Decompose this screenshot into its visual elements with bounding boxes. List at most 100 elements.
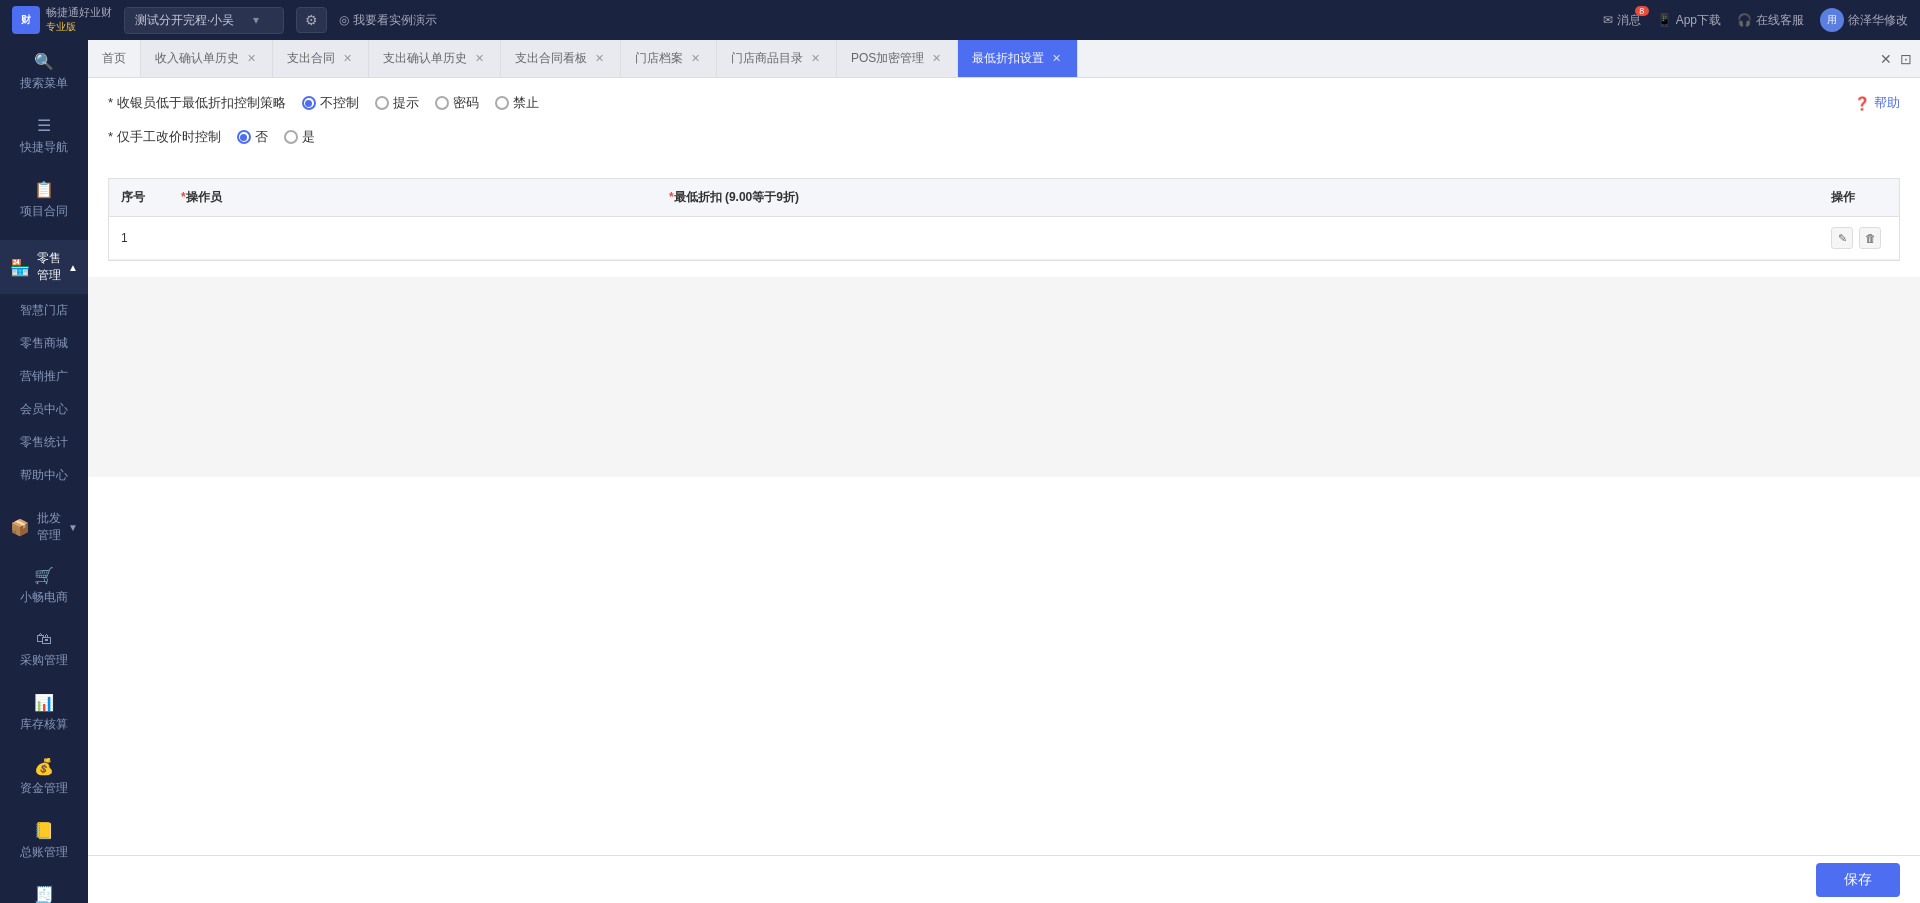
- member-label: 会员中心: [20, 401, 68, 418]
- tab-pos-password-close[interactable]: ✕: [930, 52, 943, 65]
- app-download-label: App下载: [1676, 12, 1721, 29]
- discount-strategy-radio-group: 不控制 提示 密码 禁止: [302, 94, 539, 112]
- radio-no-control-btn[interactable]: [302, 96, 316, 110]
- radio-manual-no[interactable]: 否: [237, 128, 268, 146]
- retail-mall-label: 零售商城: [20, 335, 68, 352]
- manual-price-row: * 仅手工改价时控制 否 是: [108, 128, 1900, 146]
- radio-password[interactable]: 密码: [435, 94, 479, 112]
- tab-store-product-close[interactable]: ✕: [809, 52, 822, 65]
- sidebar-item-inventory[interactable]: 📊 库存核算: [0, 681, 88, 745]
- edit-row-button[interactable]: ✎: [1831, 227, 1853, 249]
- tab-min-discount-label: 最低折扣设置: [972, 50, 1044, 67]
- radio-remind[interactable]: 提示: [375, 94, 419, 112]
- tab-home-label: 首页: [102, 50, 126, 67]
- radio-no-control[interactable]: 不控制: [302, 94, 359, 112]
- gear-button[interactable]: ⚙: [296, 7, 327, 33]
- table-row: 1 ✎ 🗑: [109, 217, 1899, 260]
- tab-min-discount-close[interactable]: ✕: [1050, 52, 1063, 65]
- tab-income-confirm-close[interactable]: ✕: [245, 52, 258, 65]
- radio-password-btn[interactable]: [435, 96, 449, 110]
- sidebar-item-help[interactable]: 帮助中心: [0, 459, 88, 492]
- marketing-label: 营销推广: [20, 368, 68, 385]
- radio-remind-btn[interactable]: [375, 96, 389, 110]
- radio-forbid-btn[interactable]: [495, 96, 509, 110]
- radio-forbid[interactable]: 禁止: [495, 94, 539, 112]
- sidebar: 🔍 搜索菜单 ☰ 快捷导航 📋 项目合同 🏪 零售管理 ▲ 智慧门店 零售商城 …: [0, 40, 88, 903]
- help-link[interactable]: ❓ 帮助: [1854, 94, 1900, 112]
- tab-store-file[interactable]: 门店档案 ✕: [621, 40, 717, 77]
- sidebar-item-smart-store[interactable]: 智慧门店: [0, 294, 88, 327]
- sidebar-item-invoice[interactable]: 🧾 发票管理: [0, 873, 88, 903]
- user-avatar: 用: [1820, 8, 1844, 32]
- demo-link[interactable]: ◎ 我要看实例演示: [339, 12, 437, 29]
- app-download-button[interactable]: 📱 App下载: [1657, 12, 1721, 29]
- sidebar-item-shortcut[interactable]: ☰ 快捷导航: [0, 104, 88, 168]
- tab-store-file-close[interactable]: ✕: [689, 52, 702, 65]
- radio-manual-yes-btn[interactable]: [284, 130, 298, 144]
- inventory-icon: 📊: [34, 693, 54, 712]
- retail-icon: 🏪: [10, 258, 30, 277]
- tab-payment-board[interactable]: 支出合同看板 ✕: [501, 40, 621, 77]
- th-operator: *操作员: [169, 179, 657, 217]
- radio-password-label: 密码: [453, 94, 479, 112]
- tab-payment-contract-label: 支出合同: [287, 50, 335, 67]
- cell-min-discount: [657, 217, 1819, 260]
- tab-store-product[interactable]: 门店商品目录 ✕: [717, 40, 837, 77]
- main-layout: 🔍 搜索菜单 ☰ 快捷导航 📋 项目合同 🏪 零售管理 ▲ 智慧门店 零售商城 …: [0, 40, 1920, 903]
- th-action: 操作: [1819, 179, 1899, 217]
- online-service-label: 在线客服: [1756, 12, 1804, 29]
- manual-price-radio-group: 否 是: [237, 128, 315, 146]
- th-seq: 序号: [109, 179, 169, 217]
- sidebar-item-member[interactable]: 会员中心: [0, 393, 88, 426]
- discount-strategy-row: * 收银员低于最低折扣控制策略 不控制 提示 密码: [108, 94, 1900, 112]
- discount-table: 序号 *操作员 *最低折扣 (9.00等于9折) 操作 1: [109, 179, 1899, 260]
- retail-stats-label: 零售统计: [20, 434, 68, 451]
- tab-pos-password-label: POS加密管理: [851, 50, 924, 67]
- retail-expand-icon: ▲: [68, 262, 78, 273]
- tab-expand-button[interactable]: ⊡: [1900, 51, 1912, 67]
- tab-actions: ✕ ⊡: [1872, 51, 1920, 67]
- sidebar-item-retail-mall[interactable]: 零售商城: [0, 327, 88, 360]
- sidebar-search-label: 搜索菜单: [20, 75, 68, 92]
- sidebar-item-ledger[interactable]: 📒 总账管理: [0, 809, 88, 873]
- radio-no-control-label: 不控制: [320, 94, 359, 112]
- sidebar-item-ecommerce[interactable]: 🛒 小畅电商: [0, 554, 88, 618]
- messages-button[interactable]: ✉ 消息 8: [1603, 12, 1641, 29]
- tab-payment-confirm-close[interactable]: ✕: [473, 52, 486, 65]
- sidebar-item-project-contract[interactable]: 📋 项目合同: [0, 168, 88, 232]
- top-right-actions: ✉ 消息 8 📱 App下载 🎧 在线客服 用 徐泽华修改: [1603, 8, 1908, 32]
- top-bar: 财 畅捷通好业财 专业版 测试分开完程·小吴 ▾ ⚙ ◎ 我要看实例演示 ✉ 消…: [0, 0, 1920, 40]
- delete-row-button[interactable]: 🗑: [1859, 227, 1881, 249]
- phone-icon: 📱: [1657, 13, 1672, 27]
- content-area: 首页 收入确认单历史 ✕ 支出合同 ✕ 支出确认单历史 ✕ 支出合同看板 ✕ 门…: [88, 40, 1920, 903]
- sidebar-shortcut-label: 快捷导航: [20, 139, 68, 156]
- tab-payment-contract-close[interactable]: ✕: [341, 52, 354, 65]
- radio-manual-yes[interactable]: 是: [284, 128, 315, 146]
- tab-pos-password[interactable]: POS加密管理 ✕: [837, 40, 958, 77]
- online-service-button[interactable]: 🎧 在线客服: [1737, 12, 1804, 29]
- tab-min-discount[interactable]: 最低折扣设置 ✕: [958, 40, 1078, 77]
- logo-icon: 财: [12, 6, 40, 34]
- settings-panel: * 收银员低于最低折扣控制策略 不控制 提示 密码: [88, 78, 1920, 178]
- project-selector[interactable]: 测试分开完程·小吴 ▾: [124, 7, 284, 34]
- tab-payment-confirm-label: 支出确认单历史: [383, 50, 467, 67]
- user-area[interactable]: 用 徐泽华修改: [1820, 8, 1908, 32]
- sidebar-item-marketing[interactable]: 营销推广: [0, 360, 88, 393]
- save-button[interactable]: 保存: [1816, 863, 1900, 897]
- tab-close-all-button[interactable]: ✕: [1880, 51, 1892, 67]
- sidebar-item-purchase[interactable]: 🛍 采购管理: [0, 618, 88, 681]
- sidebar-item-search[interactable]: 🔍 搜索菜单: [0, 40, 88, 104]
- tab-payment-contract[interactable]: 支出合同 ✕: [273, 40, 369, 77]
- tab-payment-board-close[interactable]: ✕: [593, 52, 606, 65]
- search-icon: 🔍: [34, 52, 54, 71]
- radio-manual-no-btn[interactable]: [237, 130, 251, 144]
- tab-payment-confirm[interactable]: 支出确认单历史 ✕: [369, 40, 501, 77]
- wholesale-icon: 📦: [10, 518, 30, 537]
- sidebar-item-retail-stats[interactable]: 零售统计: [0, 426, 88, 459]
- tab-home[interactable]: 首页: [88, 40, 141, 77]
- sidebar-item-finance[interactable]: 💰 资金管理: [0, 745, 88, 809]
- tab-income-confirm[interactable]: 收入确认单历史 ✕: [141, 40, 273, 77]
- sidebar-item-wholesale[interactable]: 📦 批发管理 ▼: [0, 500, 88, 554]
- sidebar-item-retail[interactable]: 🏪 零售管理 ▲: [0, 240, 88, 294]
- ledger-icon: 📒: [34, 821, 54, 840]
